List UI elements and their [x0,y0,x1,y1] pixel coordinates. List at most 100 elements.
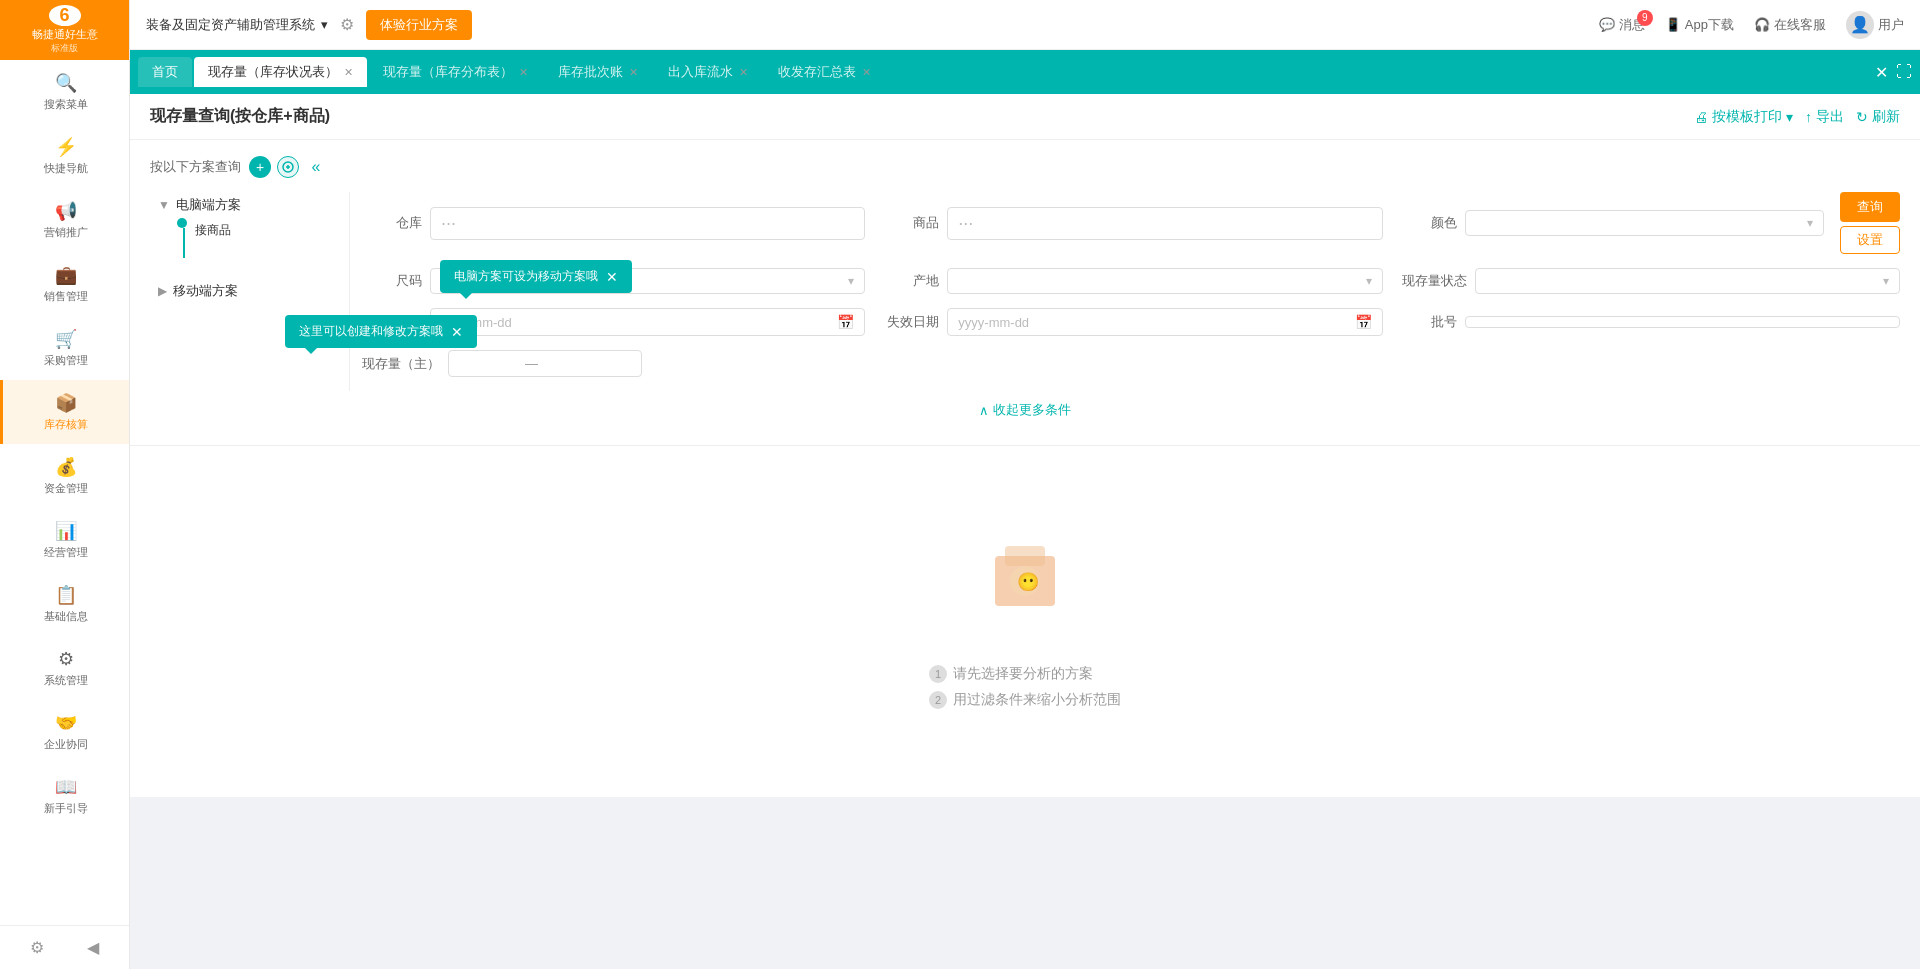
sidebar-nav: 🔍 搜索菜单 ⚡ 快捷导航 📢 营销推广 💼 销售管理 🛒 采购管理 📦 库存核… [0,60,129,925]
tooltip2-close[interactable]: ✕ [451,324,463,340]
collab-icon: 🤝 [55,712,77,734]
tab-bar-right: ✕ ⛶ [1875,63,1912,82]
sidebar-item-quicknav[interactable]: ⚡ 快捷导航 [0,124,129,188]
hint-text-1: 请先选择要分析的方案 [953,665,1093,683]
reset-button[interactable]: 设置 [1840,226,1900,254]
search-icon: 🔍 [55,72,77,94]
stock-qty-range[interactable]: — [448,350,642,377]
finance-icon: 💰 [55,456,77,478]
edit-plan-btn[interactable] [277,156,299,178]
filter-section: 按以下方案查询 + « [130,140,1920,446]
sidebar-label-sales: 销售管理 [44,289,88,304]
user-avatar-item[interactable]: 👤 用户 [1846,11,1904,39]
collapse-up-icon: ∧ [979,403,989,418]
guide-icon: 📖 [55,776,77,798]
filter-row-1: 仓库 ··· 商品 ··· 颜色 [362,192,1900,254]
print-btn[interactable]: 🖨 按模板打印 ▾ [1694,108,1793,126]
collapse-bar[interactable]: ∧ 收起更多条件 [150,391,1900,429]
stock-status-input[interactable]: ▾ [1475,268,1900,294]
main-content: 装备及固定资产辅助管理系统 ▾ ⚙ 体验行业方案 💬 消息 9 📱 App下载 … [130,0,1920,969]
sidebar-item-purchase[interactable]: 🛒 采购管理 [0,316,129,380]
tab-close-all-icon[interactable]: ✕ [1875,63,1888,82]
back-btn[interactable]: « [305,156,327,178]
operations-icon: 📊 [55,520,77,542]
tab-flow-close[interactable]: ✕ [739,66,748,79]
query-button[interactable]: 查询 [1840,192,1900,222]
sidebar-item-basicinfo[interactable]: 📋 基础信息 [0,572,129,636]
goods-input[interactable]: ··· [947,207,1382,240]
color-input[interactable]: ▾ [1465,210,1824,236]
range-dash: — [525,356,538,371]
tab-home[interactable]: 首页 [138,57,192,87]
sidebar-label-basicinfo: 基础信息 [44,609,88,624]
sidebar-item-finance[interactable]: 💰 资金管理 [0,444,129,508]
tab-stock-dist-close[interactable]: ✕ [519,66,528,79]
tooltip1-close[interactable]: ✕ [606,269,618,285]
field-stock-qty: 现存量（主） — [362,350,642,377]
export-label: 导出 [1816,108,1844,126]
app-download-item[interactable]: 📱 App下载 [1665,16,1734,34]
origin-input[interactable]: ▾ [947,268,1382,294]
tooltip-create-plan: 这里可以创建和修改方案哦 ✕ [285,315,477,348]
mfg-date-start-input[interactable]: yyyy-mm-dd 📅 [430,308,865,336]
sidebar-item-collab[interactable]: 🤝 企业协同 [0,700,129,764]
settings-icon[interactable]: ⚙ [340,15,354,34]
tab-stock-status-close[interactable]: ✕ [344,66,353,79]
warehouse-label: 仓库 [362,214,422,232]
footer-collapse-icon[interactable]: ◀ [87,938,99,957]
export-btn[interactable]: ↑ 导出 [1805,108,1844,126]
tab-stock-status[interactable]: 现存量（库存状况表） ✕ [194,57,367,87]
field-warehouse: 仓库 ··· [362,207,865,240]
exp-date-calendar-icon: 📅 [1355,314,1372,330]
tab-expand-icon[interactable]: ⛶ [1896,63,1912,81]
tab-batch[interactable]: 库存批次账 ✕ [544,57,652,87]
stock-qty-min[interactable] [459,356,519,371]
sidebar-item-guide[interactable]: 📖 新手引导 [0,764,129,828]
sidebar-label-system: 系统管理 [44,673,88,688]
empty-hints: 1 请先选择要分析的方案 2 用过滤条件来缩小分析范围 [929,665,1121,717]
top-header: 装备及固定资产辅助管理系统 ▾ ⚙ 体验行业方案 💬 消息 9 📱 App下载 … [130,0,1920,50]
sidebar-item-marketing[interactable]: 📢 营销推广 [0,188,129,252]
batch-input[interactable] [1465,316,1900,328]
field-exp-date: 失效日期 yyyy-mm-dd 📅 [879,308,1382,336]
message-badge: 9 [1637,10,1653,26]
tab-bar: 首页 现存量（库存状况表） ✕ 现存量（库存分布表） ✕ 库存批次账 ✕ 出入库… [130,50,1920,94]
message-icon: 💬 [1599,17,1615,32]
industry-btn[interactable]: 体验行业方案 [366,10,472,40]
tab-batch-close[interactable]: ✕ [629,66,638,79]
add-plan-btn[interactable]: + [249,156,271,178]
tab-flow[interactable]: 出入库流水 ✕ [654,57,762,87]
empty-state: 😶 1 请先选择要分析的方案 2 用过滤条件来缩小分析范围 [130,446,1920,797]
tab-summary-close[interactable]: ✕ [862,66,871,79]
tab-summary-label: 收发存汇总表 [778,63,856,81]
hint-num-1: 1 [929,665,947,683]
app-name: 畅捷通好生意 [32,28,98,41]
plan-mobile-label: 移动端方案 [173,282,238,300]
sidebar-item-system[interactable]: ⚙ 系统管理 [0,636,129,700]
sidebar-label-operations: 经营管理 [44,545,88,560]
svg-rect-4 [1005,546,1045,566]
sidebar-item-sales[interactable]: 💼 销售管理 [0,252,129,316]
sales-icon: 💼 [55,264,77,286]
refresh-btn[interactable]: ↻ 刷新 [1856,108,1900,126]
tooltip2-text: 这里可以创建和修改方案哦 [299,323,443,340]
online-service-item[interactable]: 🎧 在线客服 [1754,16,1826,34]
plan-desktop-item[interactable]: ▼ 电脑端方案 [150,192,337,218]
message-item[interactable]: 💬 消息 9 [1599,16,1645,34]
tab-summary[interactable]: 收发存汇总表 ✕ [764,57,885,87]
sidebar-item-operations[interactable]: 📊 经营管理 [0,508,129,572]
exp-date-start-input[interactable]: yyyy-mm-dd 📅 [947,308,1382,336]
sidebar-item-search[interactable]: 🔍 搜索菜单 [0,60,129,124]
tab-stock-dist[interactable]: 现存量（库存分布表） ✕ [369,57,542,87]
app-download-label: App下载 [1685,16,1734,34]
header-right: 💬 消息 9 📱 App下载 🎧 在线客服 👤 用户 [1599,11,1904,39]
stock-qty-max[interactable] [544,356,604,371]
tooltip-desktop-plan: 电脑方案可设为移动方案哦 ✕ [440,260,632,293]
basicinfo-icon: 📋 [55,584,77,606]
warehouse-input[interactable]: ··· [430,207,865,240]
plan-mobile-item[interactable]: ▶ 移动端方案 [150,278,337,304]
refresh-label: 刷新 [1872,108,1900,126]
sidebar-item-inventory[interactable]: 📦 库存核算 [0,380,129,444]
system-selector[interactable]: 装备及固定资产辅助管理系统 ▾ [146,16,328,34]
footer-settings-icon[interactable]: ⚙ [30,938,44,957]
